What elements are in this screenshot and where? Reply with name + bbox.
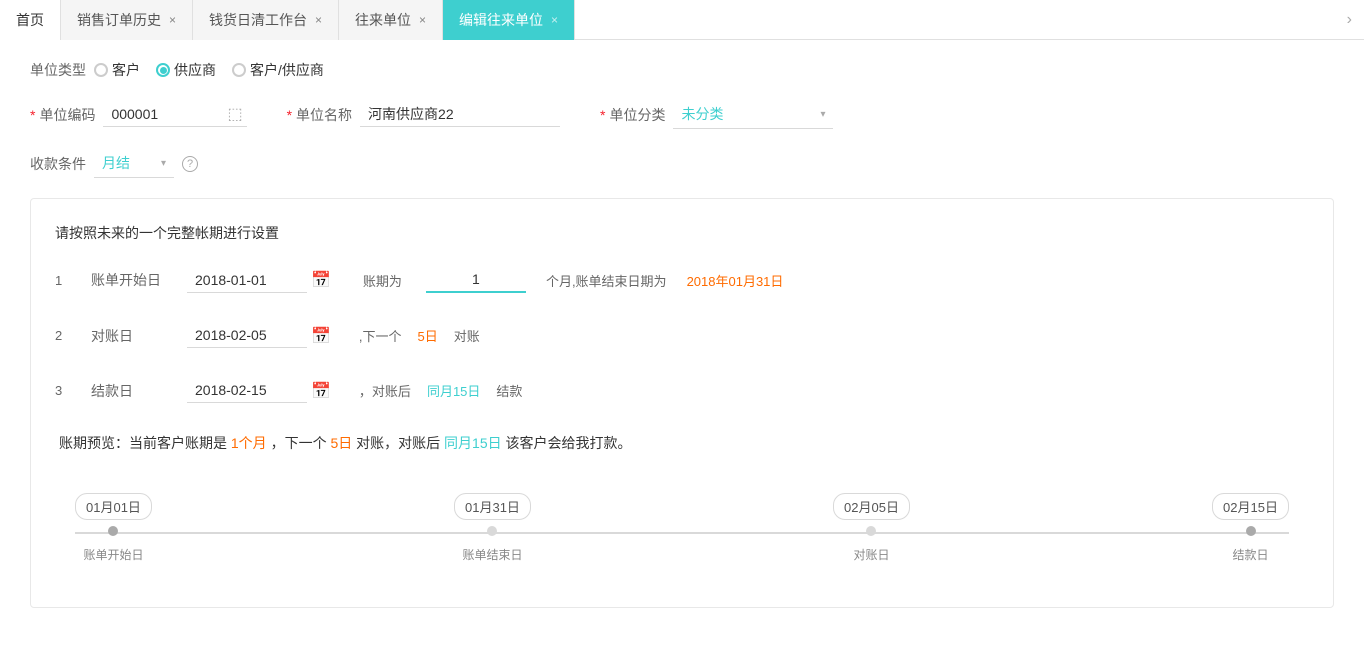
unit-name-group: * 单位名称 xyxy=(287,102,560,127)
node-dot-1 xyxy=(487,526,497,536)
unit-category-select[interactable]: 未分类 ▾ xyxy=(673,100,833,129)
settings-card: 请按照未来的一个完整帐期进行设置 1 账单开始日 📅 账期为 个月,账单结束日期… xyxy=(30,198,1334,608)
tab-counterparty[interactable]: 往来单位 × xyxy=(339,0,443,40)
node-dot-2 xyxy=(866,526,876,536)
chevron-down-icon-terms: ▾ xyxy=(161,158,166,169)
unit-type-row: 单位类型 客户 供应商 客户/供应商 xyxy=(30,60,1334,80)
timeline-node-2: 02月05日 对账日 xyxy=(833,493,910,563)
copy-icon[interactable]: ⬚ xyxy=(223,102,246,126)
timeline: 01月01日 账单开始日 01月31日 账单结束日 02月05日 xyxy=(55,483,1309,583)
unit-name-label: 单位名称 xyxy=(296,105,352,125)
unit-code-field-wrapper: ⬚ xyxy=(103,102,246,127)
radio-circle-customer xyxy=(94,63,108,77)
node-badge-3: 02月15日 xyxy=(1212,493,1289,520)
reconcile-date-input[interactable] xyxy=(187,323,307,348)
unit-code-group: * 单位编码 ⬚ xyxy=(30,102,247,127)
period-end-date: 2018年01月31日 xyxy=(687,271,784,290)
calendar-icon-1[interactable]: 📅 xyxy=(307,268,335,292)
node-badge-2: 02月05日 xyxy=(833,493,910,520)
radio-circle-both xyxy=(232,63,246,77)
timeline-node-0: 01月01日 账单开始日 xyxy=(75,493,152,563)
tab-cash-work[interactable]: 钱货日清工作台 × xyxy=(193,0,339,40)
unit-category-group: * 单位分类 未分类 ▾ xyxy=(600,100,833,129)
payment-highlight: 同月15日 xyxy=(427,381,480,400)
unit-category-label: 单位分类 xyxy=(609,105,665,125)
row-number-1: 1 xyxy=(55,273,75,288)
row-number-3: 3 xyxy=(55,383,75,398)
setting-row-2: 2 对账日 📅 ,下一个 5日 对账 xyxy=(55,323,1309,348)
preview-text: 账期预览：当前客户账期是 1个月 ，下一个 5日 对账，对账后 同月15日 该客… xyxy=(55,433,1309,453)
timeline-node-3: 02月15日 结款日 xyxy=(1212,493,1289,563)
required-star-cat: * xyxy=(600,107,605,123)
payment-date-group: 📅 xyxy=(187,378,335,403)
radio-both[interactable]: 客户/供应商 xyxy=(232,60,324,80)
unit-type-label: 单位类型 xyxy=(30,60,86,80)
reconcile-highlight: 5日 xyxy=(418,326,438,345)
payment-suffix: 结款 xyxy=(496,381,522,400)
node-dot-3 xyxy=(1246,526,1256,536)
timeline-nodes: 01月01日 账单开始日 01月31日 账单结束日 02月05日 xyxy=(75,493,1289,563)
setting-row-1: 1 账单开始日 📅 账期为 个月,账单结束日期为 2018年01月31日 xyxy=(55,267,1309,293)
reconcile-desc: ,下一个 xyxy=(359,326,402,345)
main-content: 单位类型 客户 供应商 客户/供应商 * 单位编码 ⬚ xyxy=(0,40,1364,648)
payment-terms-row: 收款条件 月结 ▾ ? xyxy=(30,149,1334,178)
unit-name-input[interactable] xyxy=(360,102,560,127)
close-icon[interactable]: × xyxy=(315,13,322,27)
account-start-date-group: 📅 xyxy=(187,268,335,293)
radio-customer[interactable]: 客户 xyxy=(94,60,140,80)
tab-edit-counterparty[interactable]: 编辑往来单位 × xyxy=(443,0,575,40)
reconcile-label: 对账日 xyxy=(91,326,171,346)
timeline-node-1: 01月31日 账单结束日 xyxy=(454,493,531,563)
tabs-more-button[interactable]: › xyxy=(1335,11,1364,29)
radio-circle-supplier xyxy=(156,63,170,77)
close-icon[interactable]: × xyxy=(551,13,558,27)
tab-home[interactable]: 首页 xyxy=(0,0,61,40)
unit-code-input[interactable] xyxy=(103,102,223,126)
calendar-icon-2[interactable]: 📅 xyxy=(307,324,335,348)
close-icon[interactable]: × xyxy=(169,13,176,27)
node-label-3: 结款日 xyxy=(1233,546,1269,563)
preview-highlight1: 1个月 xyxy=(231,435,267,451)
reconcile-suffix: 对账 xyxy=(454,326,480,345)
required-star: * xyxy=(30,107,35,123)
help-icon[interactable]: ? xyxy=(182,156,198,172)
node-label-2: 对账日 xyxy=(853,546,889,563)
unit-type-radio-group: 客户 供应商 客户/供应商 xyxy=(94,60,324,80)
payment-date-label: 结款日 xyxy=(91,381,171,401)
period-unit-text: 个月,账单结束日期为 xyxy=(546,271,667,290)
payment-terms-label: 收款条件 xyxy=(30,154,86,174)
radio-supplier[interactable]: 供应商 xyxy=(156,60,216,80)
row-number-2: 2 xyxy=(55,328,75,343)
node-badge-1: 01月31日 xyxy=(454,493,531,520)
calendar-icon-3[interactable]: 📅 xyxy=(307,379,335,403)
payment-terms-select[interactable]: 月结 ▾ xyxy=(94,149,174,178)
node-label-0: 账单开始日 xyxy=(83,546,143,563)
node-label-1: 账单结束日 xyxy=(462,546,522,563)
card-title: 请按照未来的一个完整帐期进行设置 xyxy=(55,223,1309,243)
payment-terms-value: 月结 xyxy=(102,153,153,173)
node-badge-0: 01月01日 xyxy=(75,493,152,520)
payment-desc-prefix: ，对账后 xyxy=(359,381,411,400)
required-star-name: * xyxy=(287,107,292,123)
chevron-down-icon: ▾ xyxy=(820,109,825,120)
tab-sales-history[interactable]: 销售订单历史 × xyxy=(61,0,193,40)
preview-highlight2: 5日 xyxy=(330,435,352,451)
close-icon[interactable]: × xyxy=(419,13,426,27)
tabs-bar: 首页 销售订单历史 × 钱货日清工作台 × 往来单位 × 编辑往来单位 × › xyxy=(0,0,1364,40)
unit-category-value: 未分类 xyxy=(681,104,812,124)
unit-code-label: 单位编码 xyxy=(39,105,95,125)
node-dot-0 xyxy=(108,526,118,536)
period-label: 账期为 xyxy=(363,271,402,290)
period-value-input[interactable] xyxy=(426,267,526,293)
preview-highlight3: 同月15日 xyxy=(444,435,502,451)
account-start-label: 账单开始日 xyxy=(91,270,171,290)
setting-row-3: 3 结款日 📅 ，对账后 同月15日 结款 xyxy=(55,378,1309,403)
account-start-date-input[interactable] xyxy=(187,268,307,293)
reconcile-date-group: 📅 xyxy=(187,323,335,348)
payment-date-input[interactable] xyxy=(187,378,307,403)
fields-row: * 单位编码 ⬚ * 单位名称 * 单位分类 未分类 ▾ xyxy=(30,100,1334,129)
